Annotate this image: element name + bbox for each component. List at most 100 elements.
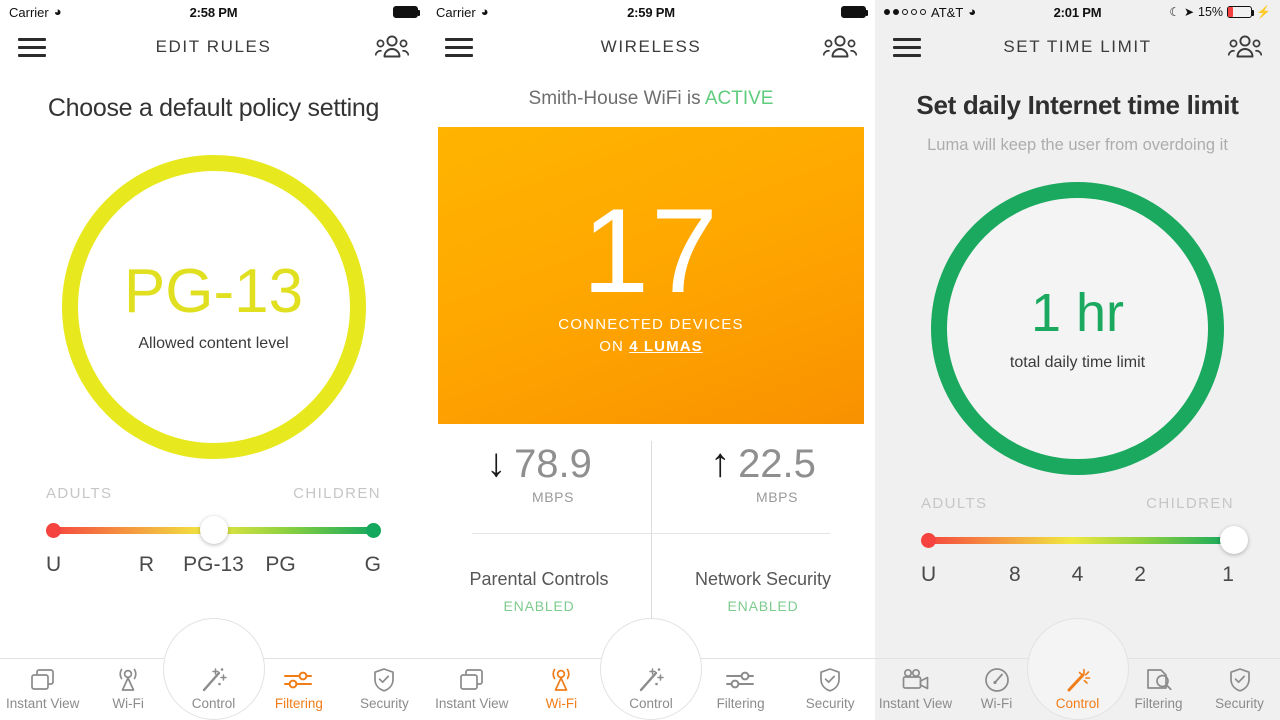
hamburger-icon[interactable] (18, 33, 46, 62)
connected-devices-card[interactable]: 17 CONNECTED DEVICES ON 4 LUMAS (438, 127, 864, 424)
slider-tick[interactable]: PG (247, 553, 314, 577)
tab-control[interactable]: Control (606, 659, 696, 711)
tab-instant-view[interactable]: Instant View (427, 659, 517, 711)
page-title: WIRELESS (600, 37, 702, 56)
tab-instant-view[interactable]: Instant View (875, 659, 956, 711)
slider-tick[interactable]: 1 (1171, 563, 1234, 587)
status-name: Parental Controls (469, 569, 609, 589)
lumas-link[interactable]: 4 LUMAS (629, 338, 703, 355)
hamburger-icon[interactable] (445, 33, 473, 62)
tab-filtering[interactable]: Filtering (1118, 659, 1199, 711)
wifi-icon: ◕ (480, 3, 489, 19)
status-bar-left: Carrier ◕ (9, 5, 190, 20)
wifi-icon: ◕ (968, 3, 977, 19)
tab-security[interactable]: Security (785, 659, 875, 711)
slider-track-row[interactable] (46, 516, 381, 544)
tab-label: Security (805, 696, 855, 711)
status-bar-left: AT&T ◕ (884, 5, 1054, 20)
slider-tick[interactable]: 8 (984, 563, 1047, 587)
slider-knob[interactable] (1220, 526, 1248, 554)
slider-end-labels: ADULTS CHILDREN (921, 495, 1234, 512)
nav-bar: WIRELESS (427, 24, 875, 70)
tab-label: Filtering (1134, 696, 1183, 711)
tab-filtering[interactable]: Filtering (696, 659, 786, 711)
upload-speed: ↑ 22.5 MBPS (651, 442, 875, 505)
tab-label: Wi-Fi (545, 696, 578, 711)
slider-track-row[interactable] (921, 526, 1248, 554)
tab-security[interactable]: Security (1199, 659, 1280, 711)
nav-bar: SET TIME LIMIT (875, 24, 1280, 70)
heading: Choose a default policy setting (47, 94, 380, 122)
lightning-bolt-icon: ⚡ (1256, 5, 1272, 19)
tab-wifi[interactable]: Wi-Fi (517, 659, 607, 711)
people-group-icon[interactable] (822, 34, 858, 60)
subheading: Luma will keep the user from overdoing i… (927, 136, 1228, 154)
download-value-group: 78.9 MBPS (514, 444, 592, 505)
people-group-icon[interactable] (374, 34, 410, 60)
slider-tick[interactable]: PG-13 (180, 553, 247, 577)
device-subcaption: ON 4 LUMAS (599, 338, 703, 355)
status-badge: ENABLED (503, 598, 575, 614)
carrier-label: Carrier (9, 4, 49, 20)
policy-slider[interactable]: ADULTS CHILDREN U R PG-13 PG G (0, 485, 427, 577)
battery-icon (841, 6, 869, 18)
time-limit-slider[interactable]: ADULTS CHILDREN U 8 4 2 1 (875, 495, 1280, 587)
upload-value: 22.5 (738, 442, 816, 486)
parental-controls-status[interactable]: Parental Controls ENABLED (427, 569, 651, 614)
device-sub-prefix: ON (599, 338, 630, 356)
status-time: 2:01 PM (1053, 4, 1102, 20)
panel-wireless: Carrier ◕ 2:59 PM WIRELESS Smith-House W… (427, 0, 875, 720)
slider-ticks: U 8 4 2 1 (921, 563, 1234, 587)
tab-label: Instant View (878, 696, 953, 711)
slider-cap-right (366, 523, 381, 538)
tab-filtering[interactable]: Filtering (256, 659, 341, 711)
feature-statuses: Parental Controls ENABLED Network Securi… (427, 569, 875, 614)
slider-track[interactable] (926, 537, 1229, 544)
content-level-ring-wrapper: PG-13 Allowed content level (0, 155, 427, 459)
status-bar-left: Carrier ◕ (436, 5, 627, 20)
tab-control[interactable]: Control (1037, 659, 1118, 711)
tab-wifi[interactable]: Wi-Fi (85, 659, 170, 711)
sliders-icon (283, 665, 315, 695)
video-camera-icon (901, 665, 931, 695)
location-arrow-icon: ➤ (1183, 5, 1195, 19)
tab-control[interactable]: Control (171, 659, 256, 711)
tab-instant-view[interactable]: Instant View (0, 659, 85, 711)
shield-check-icon (372, 665, 396, 695)
tab-label: Instant View (435, 696, 509, 711)
tab-label: Filtering (716, 696, 765, 711)
tab-security[interactable]: Security (342, 659, 427, 711)
slider-tick[interactable]: U (921, 563, 984, 587)
upload-unit: MBPS (755, 489, 799, 505)
device-count: 17 (582, 183, 720, 318)
status-name: Network Security (694, 569, 832, 589)
tab-label: Security (359, 696, 409, 711)
tab-label: Control (191, 696, 236, 711)
slider-left-label: ADULTS (921, 495, 988, 512)
status-bar-right (237, 6, 421, 18)
time-limit-ring-wrapper: 1 hr total daily time limit (875, 182, 1280, 475)
ring-value: PG-13 (123, 257, 304, 326)
tab-label: Instant View (6, 696, 80, 711)
moon-icon: ☾ (1169, 5, 1180, 19)
slider-tick[interactable]: 4 (1046, 563, 1109, 587)
slider-tick[interactable]: G (314, 553, 381, 577)
slider-tick[interactable]: U (46, 553, 113, 577)
people-group-icon[interactable] (1227, 34, 1263, 60)
slider-knob[interactable] (199, 516, 228, 544)
slider-tick[interactable]: R (113, 553, 180, 577)
tab-wifi[interactable]: Wi-Fi (956, 659, 1037, 711)
speed-stats: ↓ 78.9 MBPS ↑ 22.5 MBPS (427, 441, 875, 627)
network-status-line: Smith-House WiFi is ACTIVE (427, 88, 875, 110)
heading: Set daily Internet time limit (916, 90, 1239, 120)
status-time: 2:59 PM (627, 4, 675, 20)
download-speed: ↓ 78.9 MBPS (427, 443, 651, 505)
slider-tick[interactable]: 2 (1109, 563, 1172, 587)
status-bar-right: ☾ ➤ 15% ⚡ (1101, 5, 1271, 19)
network-status-prefix: Smith-House WiFi is (528, 88, 705, 109)
hamburger-icon[interactable] (893, 33, 921, 62)
status-bar: Carrier ◕ 2:58 PM (0, 0, 427, 24)
network-security-status[interactable]: Network Security ENABLED (651, 569, 875, 614)
wifi-antenna-icon (549, 665, 573, 695)
battery-icon (393, 6, 421, 18)
